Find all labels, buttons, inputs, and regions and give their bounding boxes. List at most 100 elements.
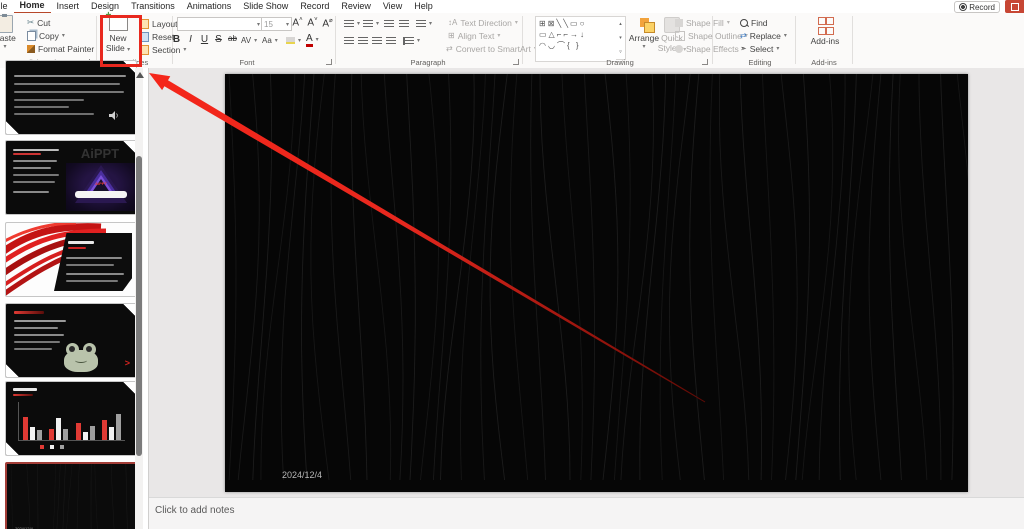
shape-row[interactable]: ▭△⌐⌐→↓ <box>539 29 619 40</box>
italic-button[interactable]: I <box>184 34 197 45</box>
tab-help[interactable]: Help <box>408 0 439 13</box>
text-line <box>14 327 58 329</box>
tab-view[interactable]: View <box>377 0 408 13</box>
strikethrough2-button[interactable]: ab <box>226 34 239 43</box>
bar-group <box>22 402 42 440</box>
section-button[interactable]: Section ▾ <box>139 44 186 55</box>
increase-indent-button[interactable] <box>399 18 409 29</box>
shape-gallery-scroll[interactable]: ▴ ▾ ▿ <box>616 16 626 60</box>
reset-button[interactable]: Reset <box>139 31 174 42</box>
slide-thumbnail-1[interactable] <box>5 60 137 135</box>
contour-line <box>718 74 750 481</box>
content-card <box>54 233 132 291</box>
font-color-button[interactable]: A ▾ <box>306 33 319 47</box>
align-text-button[interactable]: ⊞ Align Text ▾ <box>448 30 500 41</box>
tab-review[interactable]: Review <box>335 0 377 13</box>
tab-home[interactable]: Home <box>13 0 51 14</box>
tab-insert[interactable]: Insert <box>51 0 86 13</box>
titlebar-red-button[interactable] <box>1005 0 1024 13</box>
slide-thumbnail-5[interactable] <box>5 381 137 456</box>
contour-line <box>310 74 330 481</box>
legend-swatch-red <box>40 445 44 449</box>
columns-icon <box>403 36 414 45</box>
select-button[interactable]: ➣ Select ▾ <box>740 43 779 54</box>
numbering-button[interactable]: ▾ <box>363 18 379 29</box>
align-center-button[interactable] <box>358 35 368 46</box>
shape-row[interactable]: ⊞⊠╲╲▭○ <box>539 18 619 29</box>
scrollbar-up-arrow[interactable] <box>136 72 144 78</box>
chevron-down-icon: ▾ <box>3 44 7 50</box>
replace-icon: ⇄ <box>740 31 747 40</box>
bold-button[interactable]: B <box>170 34 183 45</box>
decrease-indent-icon <box>384 19 394 28</box>
text-line <box>13 167 51 169</box>
cut-button[interactable]: ✂ Cut <box>27 17 50 28</box>
tab-file[interactable]: File <box>0 0 14 13</box>
clear-formatting-button[interactable]: A⌀ <box>321 17 334 29</box>
paste-button[interactable]: Paste ▾ <box>0 14 22 50</box>
contour-line <box>509 74 529 481</box>
font-size-combo[interactable]: 15 ▾ <box>261 17 292 31</box>
align-left-button[interactable] <box>344 35 354 46</box>
bar-white <box>109 427 115 440</box>
slide-date-text[interactable]: 2024/12/4 <box>282 470 322 480</box>
contour-line <box>739 74 762 481</box>
find-button[interactable]: Find <box>740 17 768 28</box>
copy-button[interactable]: Copy ▾ <box>27 30 65 41</box>
shape-outline-button[interactable]: Shape Outline ▾ <box>675 30 748 41</box>
slide-thumbnail-4[interactable]: > <box>5 303 137 378</box>
text-direction-button[interactable]: ↕A Text Direction ▾ <box>448 17 518 28</box>
font-dialog-launcher[interactable] <box>326 59 332 65</box>
slide-thumbnail-2[interactable]: AiPPT AiPPT <box>5 140 137 215</box>
addins-button[interactable]: Add-ins <box>804 17 846 46</box>
decrease-indent-button[interactable] <box>384 18 394 29</box>
font-name-combo[interactable]: ▾ <box>177 17 263 31</box>
shape-gallery[interactable]: ⊞⊠╲╲▭○ ▭△⌐⌐→↓ ◠◡⌒{ } <box>535 16 623 62</box>
align-right-button[interactable] <box>372 35 382 46</box>
paragraph-dialog-launcher[interactable] <box>513 59 519 65</box>
slide-thumbnail-6-selected[interactable]: 2024/12/4 <box>5 462 139 529</box>
convert-smartart-button[interactable]: ⇄Convert to SmartArt▾ <box>446 43 537 54</box>
contour-line <box>480 74 496 481</box>
shrink-font-button[interactable]: A˅ <box>306 17 319 28</box>
text-line <box>14 91 124 93</box>
drawing-dialog-launcher[interactable] <box>702 59 708 65</box>
tab-slideshow[interactable]: Slide Show <box>237 0 294 13</box>
contour-line <box>432 74 452 481</box>
highlight-button[interactable]: ▾ <box>286 35 301 46</box>
legend-swatch-white <box>50 445 54 449</box>
chart-legend <box>40 445 64 449</box>
tab-record[interactable]: Record <box>294 0 335 13</box>
thumbnail-scrollbar-thumb[interactable] <box>136 156 142 456</box>
record-button[interactable]: Record <box>954 1 1000 13</box>
replace-button[interactable]: ⇄ Replace ▾ <box>740 30 787 41</box>
notes-pane[interactable]: Click to add notes <box>149 497 1024 529</box>
format-painter-button[interactable]: Format Painter <box>27 43 94 54</box>
justify-button[interactable] <box>386 35 396 46</box>
contour-line <box>489 74 508 481</box>
bar-group <box>75 402 95 440</box>
notes-placeholder[interactable]: Click to add notes <box>155 505 235 516</box>
shape-fill-button[interactable]: Shape Fill ▾ <box>675 17 730 28</box>
group-separator <box>335 16 336 64</box>
paste-label: Paste <box>0 33 16 43</box>
text-line <box>66 264 114 266</box>
contour-lines-background <box>228 74 968 481</box>
underline-button[interactable]: U <box>198 34 211 45</box>
line-spacing-button[interactable]: ▾ <box>416 18 432 29</box>
paragraph-group-label: Paragraph <box>410 58 446 67</box>
grow-font-button[interactable]: A˄ <box>291 17 304 28</box>
slide-thumbnail-3[interactable] <box>5 222 137 297</box>
shape-row[interactable]: ◠◡⌒{ } <box>539 40 619 51</box>
strikethrough-button[interactable]: S <box>212 34 225 45</box>
current-slide[interactable]: 2024/12/4 <box>225 74 968 492</box>
tab-animations[interactable]: Animations <box>181 0 238 13</box>
tab-transitions[interactable]: Transitions <box>125 0 181 13</box>
section-label: Section <box>152 44 181 55</box>
columns-button[interactable]: ▾ <box>403 35 420 46</box>
neon-triangle-graphic: AiPPT <box>66 163 136 211</box>
shape-effects-button[interactable]: Shape Effects ▾ <box>675 43 745 54</box>
bullets-button[interactable]: ▾ <box>344 18 360 29</box>
change-case-button[interactable]: Aa ▾ <box>262 35 278 46</box>
character-spacing-button[interactable]: AV ▾ <box>241 35 257 46</box>
